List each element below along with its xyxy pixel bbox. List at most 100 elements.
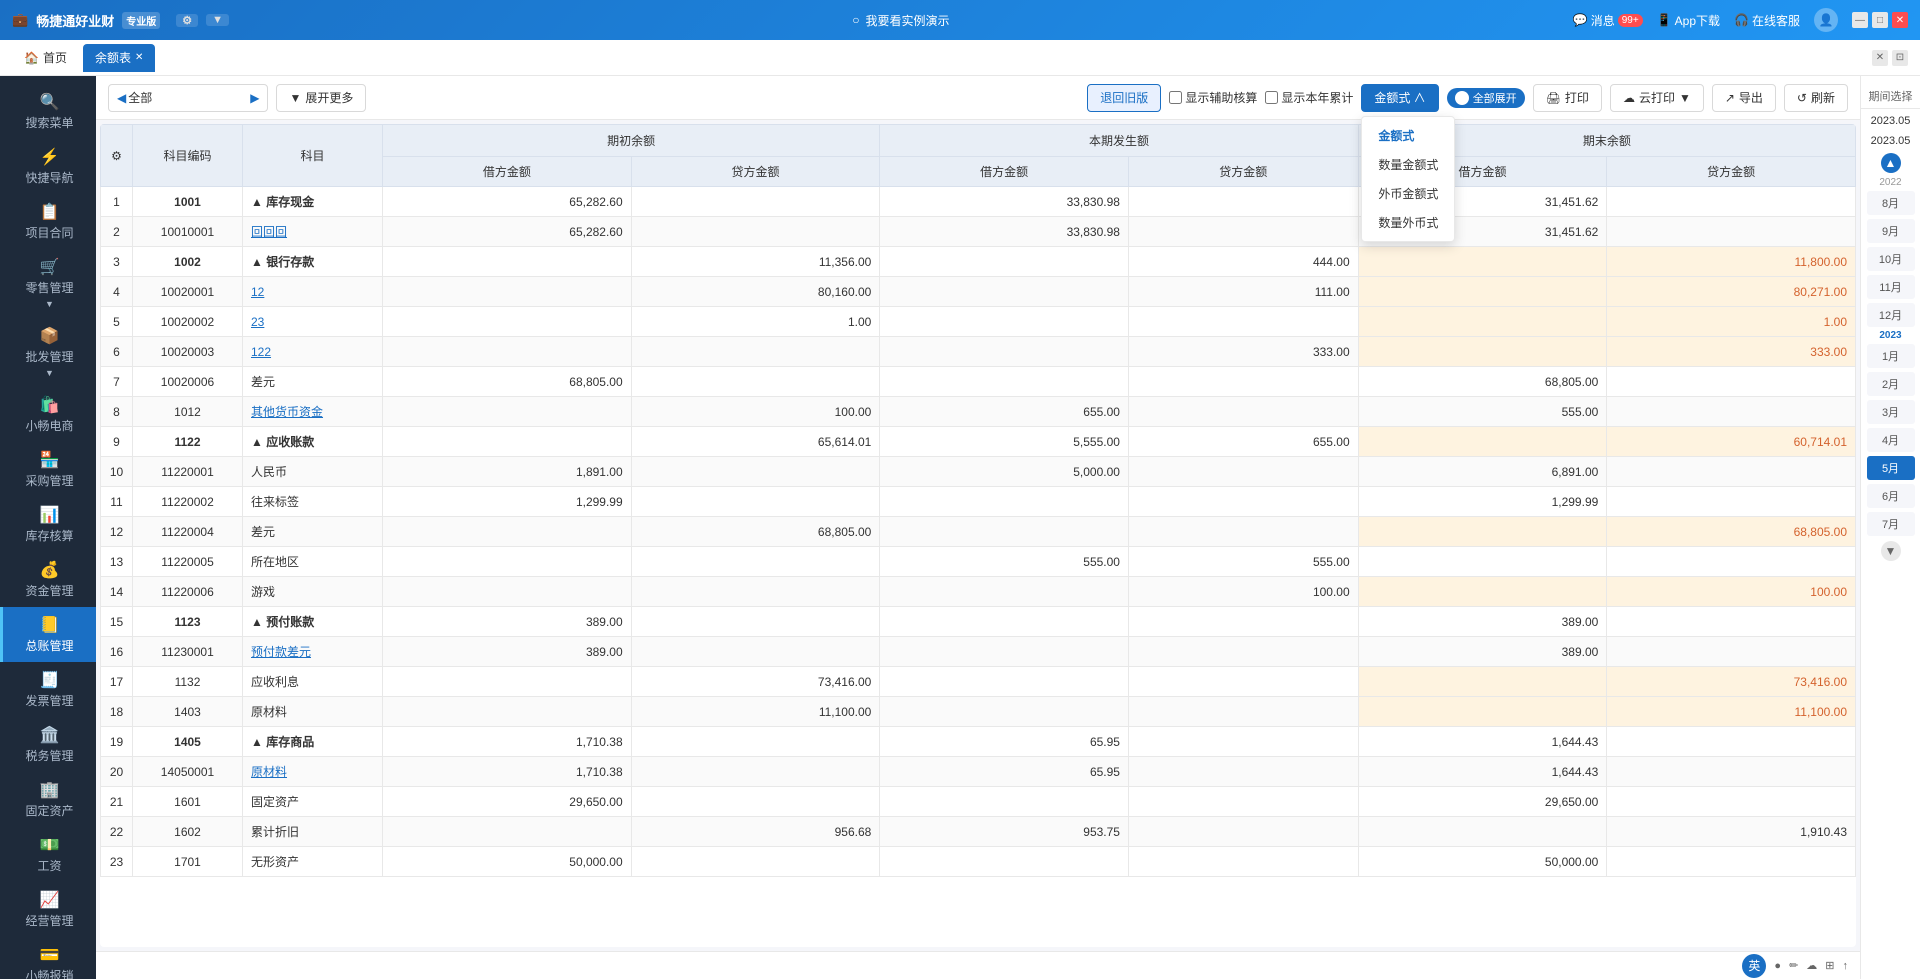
search-right-icon[interactable]: ▶ [250,91,259,105]
period-12[interactable]: 12月 [1867,303,1915,327]
table-cell: 1,710.38 [383,727,632,757]
period-4[interactable]: 4月 [1867,428,1915,452]
account-name-cell[interactable]: 原材料 [243,757,383,787]
sidebar-item-expense[interactable]: 💳 小畅报销 [0,937,96,979]
search-wrap[interactable]: ◀ ▶ [108,84,268,112]
sidebar-item-ecommerce[interactable]: 🛍️ 小畅电商 [0,387,96,442]
message-btn[interactable]: 💬 消息 99+ [1573,12,1643,29]
sidebar-item-bizmanage[interactable]: 📈 经营管理 [0,882,96,937]
account-name-cell[interactable]: 其他货币资金 [243,397,383,427]
table-cell: 10020001 [133,277,243,307]
period-9[interactable]: 9月 [1867,219,1915,243]
minimize-button[interactable]: — [1852,12,1868,28]
tab-home[interactable]: 🏠 首页 [12,44,79,72]
demo-link[interactable]: ○ 我要看实例演示 [852,12,949,29]
refresh-button[interactable]: ↺ 刷新 [1784,84,1848,112]
year-2023-label: 2023 [1879,330,1901,341]
export-button[interactable]: ↗ 导出 [1712,84,1776,112]
table-row: 710020006差元68,805.0068,805.00 [101,367,1856,397]
mode-dropdown[interactable]: 金额式 ∧ 金额式 数量金额式 外币金额式 数量外币式 [1361,84,1438,112]
account-name-cell[interactable]: 回回回 [243,217,383,247]
table-cell [383,277,632,307]
period-1[interactable]: 1月 [1867,344,1915,368]
app-download-btn[interactable]: 📱 App下载 [1657,12,1720,29]
tab-window-maximize[interactable]: ⊡ [1892,50,1908,66]
account-name-cell[interactable]: 预付款差元 [243,637,383,667]
account-name-cell[interactable]: 122 [243,337,383,367]
period-up-arrow[interactable]: ▲ [1881,153,1901,173]
settings-icon[interactable]: ⚙ [176,14,198,27]
edit-icon[interactable]: ✏ [1789,959,1798,972]
table-row: 11001▲ 库存现金65,282.6033,830.9831,451.62 [101,187,1856,217]
period-2[interactable]: 2月 [1867,372,1915,396]
expand-more-button[interactable]: ▼ 展开更多 [276,84,366,112]
expand-all-toggle[interactable]: 全部展开 [1447,88,1525,108]
table-cell [1128,697,1358,727]
account-name-cell: 无形资产 [243,847,383,877]
period-8[interactable]: 8月 [1867,191,1915,215]
mode-option-amount[interactable]: 金额式 [1362,121,1454,150]
table-row: 191405▲ 库存商品1,710.3865.951,644.43 [101,727,1856,757]
sidebar-item-purchase[interactable]: 🏪 采购管理 [0,442,96,497]
period-6[interactable]: 6月 [1867,484,1915,508]
period-10[interactable]: 10月 [1867,247,1915,271]
upload-icon[interactable]: ↑ [1843,960,1849,972]
table-cell: 33,830.98 [880,187,1129,217]
tab-window-close[interactable]: ✕ [1872,50,1888,66]
project-icon: 📋 [7,202,92,222]
sidebar-item-search[interactable]: 🔍 搜索菜单 [0,84,96,139]
maximize-button[interactable]: □ [1872,12,1888,28]
mode-option-foreign-amount[interactable]: 外币金额式 [1362,179,1454,208]
period-down-arrow[interactable]: ▼ [1881,541,1901,561]
user-avatar[interactable]: 👤 [1814,8,1838,32]
settings-col-header[interactable]: ⚙ [101,125,133,187]
table-cell: 8 [101,397,133,427]
period-3[interactable]: 3月 [1867,400,1915,424]
sidebar-item-retail[interactable]: 🛒 零售管理 ▼ [0,249,96,318]
mode-option-qty-amount[interactable]: 数量金额式 [1362,150,1454,179]
account-name-cell[interactable]: 12 [243,277,383,307]
online-service-btn[interactable]: 🎧 在线客服 [1734,12,1800,29]
table-cell [880,367,1129,397]
sidebar-item-quicknav[interactable]: ⚡ 快捷导航 [0,139,96,194]
mode-option-qty-foreign[interactable]: 数量外币式 [1362,208,1454,237]
sidebar-item-salary[interactable]: 💵 工资 [0,827,96,882]
table-cell [1607,787,1856,817]
sidebar-item-tax[interactable]: 🏛️ 税务管理 [0,717,96,772]
show-assist-check[interactable]: 显示辅助核算 [1169,89,1257,106]
ytd-checkbox[interactable] [1265,91,1278,104]
period-7[interactable]: 7月 [1867,512,1915,536]
sidebar-item-capital[interactable]: 💰 资金管理 [0,552,96,607]
show-ytd-check[interactable]: 显示本年累计 [1265,89,1353,106]
sidebar-item-wholesale[interactable]: 📦 批发管理 ▼ [0,318,96,387]
table-cell [1128,487,1358,517]
assist-checkbox[interactable] [1169,91,1182,104]
close-button[interactable]: ✕ [1892,12,1908,28]
sidebar-item-inventory[interactable]: 📊 库存核算 [0,497,96,552]
mode-btn[interactable]: 金额式 ∧ [1361,84,1438,112]
sidebar-item-invoice[interactable]: 🧾 发票管理 [0,662,96,717]
period-5[interactable]: 5月 [1867,456,1915,480]
lang-toggle[interactable]: 英 [1742,954,1766,978]
cloud-print-icon: ☁ [1623,91,1635,105]
tab-close-icon[interactable]: ✕ [135,52,143,63]
sidebar-item-ledger[interactable]: 📒 总账管理 [0,607,96,662]
table-cell [1358,577,1607,607]
dropdown-icon[interactable]: ▼ [206,14,229,26]
right-panel: 期间选择 2023.05 2023.05 ▲ 2022 8月 9月 10月 11… [1860,76,1920,979]
account-name-cell[interactable]: 23 [243,307,383,337]
tab-balance[interactable]: 余额表 ✕ [83,44,155,72]
table-cell: 444.00 [1128,247,1358,277]
sidebar-item-assets[interactable]: 🏢 固定资产 [0,772,96,827]
table-cell [1128,187,1358,217]
box-icon[interactable]: ⊞ [1825,959,1834,972]
search-input[interactable] [128,91,248,105]
period-11[interactable]: 11月 [1867,275,1915,299]
cloud-print-button[interactable]: ☁ 云打印 ▼ [1610,84,1704,112]
cloud-icon[interactable]: ☁ [1806,959,1817,972]
sidebar-item-project[interactable]: 📋 项目合同 [0,194,96,249]
table-cell [1358,277,1607,307]
print-button[interactable]: 🖨 打印 [1533,84,1602,112]
toggle-dot [1455,91,1469,105]
back-oldversion-button[interactable]: 退回旧版 [1087,84,1161,112]
